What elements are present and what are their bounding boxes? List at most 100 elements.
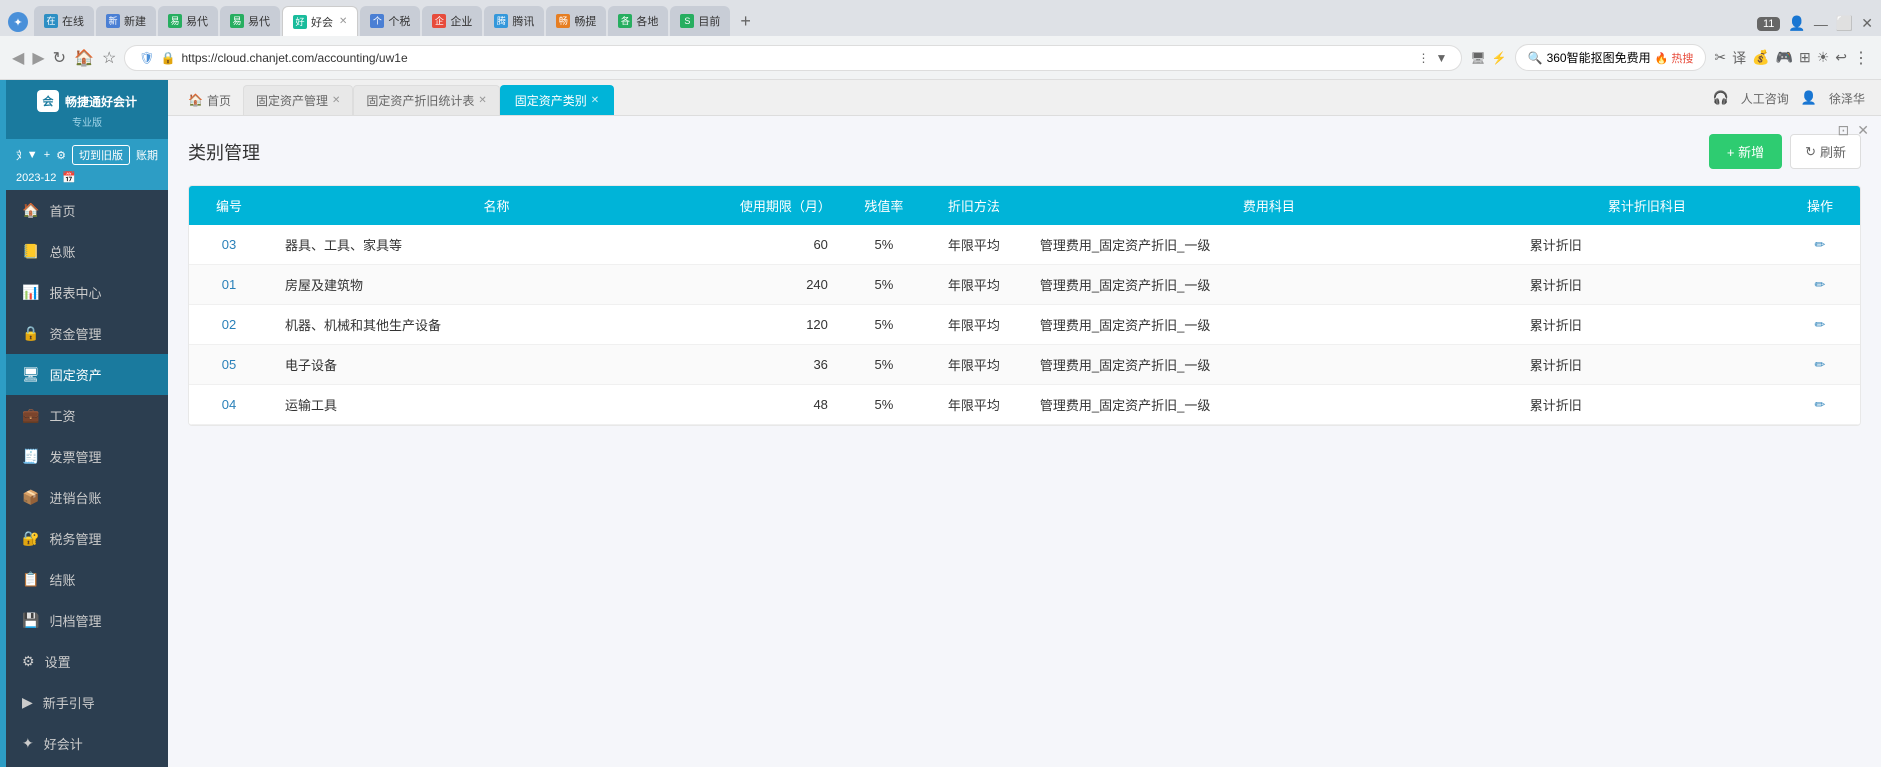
sidebar-label-ledger: 总账: [49, 242, 75, 261]
tab-asset-manage[interactable]: 固定资产管理 ✕: [243, 85, 353, 115]
browser-tab-corp[interactable]: 企 企业: [422, 6, 482, 36]
sidebar-item-checkout[interactable]: 📋 结账: [6, 559, 168, 600]
browser-tab-tax[interactable]: 个 个税: [360, 6, 420, 36]
browser-tab-online[interactable]: 在 在线: [34, 6, 94, 36]
browser-tab-current[interactable]: S 目前: [670, 6, 730, 36]
sidebar-item-report[interactable]: 📊 报表中心: [6, 272, 168, 313]
table-row: 04 运输工具 48 5% 年限平均 管理费用_固定资产折旧_一级 累计折旧 ✏: [189, 385, 1860, 425]
sidebar-item-salary[interactable]: 💼 工资: [6, 395, 168, 436]
col-header-code: 编号: [189, 186, 269, 225]
sidebar-label-asset: 固定资产: [50, 365, 102, 384]
address-text: https://cloud.chanjet.com/accounting/uw1…: [181, 51, 1411, 65]
sidebar-label-archive: 归档管理: [49, 611, 101, 630]
cell-action-4[interactable]: ✏: [1780, 385, 1860, 425]
expand-address-icon[interactable]: ▼: [1436, 51, 1448, 65]
browser-tab-yi1[interactable]: 易 易代: [158, 6, 218, 36]
sidebar-item-ledger[interactable]: 📒 总账: [6, 231, 168, 272]
tab-close-category[interactable]: ✕: [591, 95, 599, 106]
sidebar-item-asset[interactable]: 🖥 固定资产: [6, 354, 168, 395]
tab-depreciation[interactable]: 固定资产折旧统计表 ✕: [353, 85, 499, 115]
sidebar-label-checkout: 结账: [49, 570, 75, 589]
brightness-icon[interactable]: ☀: [1817, 49, 1830, 66]
browser-tab-active[interactable]: 好 好会 ✕: [282, 6, 358, 36]
browser-menu-icon[interactable]: ⋮: [1418, 51, 1430, 65]
col-header-name: 名称: [269, 186, 724, 225]
sidebar-item-stock[interactable]: 📦 进销台账: [6, 477, 168, 518]
cell-code-1: 01: [189, 265, 269, 305]
sidebar-item-archive[interactable]: 💾 归档管理: [6, 600, 168, 641]
col-header-residual: 残值率: [844, 186, 924, 225]
browser-logo-icon: ✦: [8, 12, 28, 32]
cell-residual-4: 5%: [844, 385, 924, 425]
sidebar: 会 畅捷通好会计 专业版 刘小艳演示账套（勿删勿动！）11 ▼ + ⚙ 切到旧版…: [6, 80, 168, 767]
cell-accumulated-4: 累计折旧: [1514, 385, 1780, 425]
reload-button[interactable]: ↻: [53, 48, 66, 68]
home-button[interactable]: 🏠: [74, 48, 94, 68]
cell-action-0[interactable]: ✏: [1780, 225, 1860, 265]
grid-icon[interactable]: ⊞: [1799, 49, 1811, 66]
expand-user-icon[interactable]: ▼: [27, 149, 38, 161]
col-header-expense: 费用科目: [1024, 186, 1514, 225]
back-button[interactable]: ◀: [12, 48, 24, 68]
ledger-icon: 📒: [22, 243, 39, 260]
cell-expense-1: 管理费用_固定资产折旧_一级: [1024, 265, 1514, 305]
undo-icon[interactable]: ↩: [1835, 49, 1847, 66]
address-bar[interactable]: 🛡 🔒 https://cloud.chanjet.com/accounting…: [124, 45, 1462, 71]
sidebar-item-fund[interactable]: 🔒 资金管理: [6, 313, 168, 354]
sidebar-item-settings[interactable]: ⚙ 设置: [6, 641, 168, 682]
window-close-icon[interactable]: ✕: [1857, 122, 1869, 139]
browser-more-icon[interactable]: ⋮: [1853, 48, 1869, 68]
salary-icon: 💼: [22, 407, 39, 424]
cell-residual-2: 5%: [844, 305, 924, 345]
tab-close-active[interactable]: ✕: [339, 16, 347, 27]
sidebar-item-tax[interactable]: 🔐 税务管理: [6, 518, 168, 559]
sidebar-item-guide[interactable]: ▶ 新手引导: [6, 682, 168, 723]
new-tab-button[interactable]: +: [732, 11, 759, 32]
brand-version: 专业版: [72, 114, 102, 129]
user-info-text: 刘小艳演示账套（勿删勿动！）11: [16, 147, 21, 163]
translate-icon[interactable]: 译: [1732, 48, 1746, 68]
wallet-icon[interactable]: 💰: [1752, 49, 1769, 66]
calendar-icon[interactable]: 📅: [62, 171, 76, 184]
tab-close-asset-manage[interactable]: ✕: [332, 95, 340, 106]
tab-asset-category[interactable]: 固定资产类别 ✕: [500, 85, 614, 115]
cell-action-1[interactable]: ✏: [1780, 265, 1860, 305]
tab-label-yi2: 易代: [248, 13, 270, 29]
checkout-icon: 📋: [22, 571, 39, 588]
cell-method-0: 年限平均: [924, 225, 1024, 265]
settings-gear-icon[interactable]: ⚙: [56, 149, 66, 162]
game-icon[interactable]: 🎮: [1776, 49, 1793, 66]
search-box[interactable]: 🔍 360智能抠图免费用 🔥 热搜: [1515, 44, 1707, 71]
browser-tab-places[interactable]: 各 各地: [608, 6, 668, 36]
tab-home[interactable]: 🏠 首页: [176, 85, 243, 115]
page-tab-bar: 🏠 首页 固定资产管理 ✕ 固定资产折旧统计表 ✕ 固定资产类别 ✕: [168, 80, 1881, 116]
browser-tab-new[interactable]: 新 新建: [96, 6, 156, 36]
minimize-icon[interactable]: —: [1814, 16, 1828, 32]
sidebar-item-invoice[interactable]: 🧾 发票管理: [6, 436, 168, 477]
browser-profile-icon[interactable]: 👤: [1788, 15, 1805, 32]
bookmark-button[interactable]: ☆: [102, 48, 116, 68]
add-account-icon[interactable]: +: [44, 149, 50, 161]
add-button[interactable]: + 新增: [1709, 134, 1782, 169]
search-icon: 🔍: [1528, 51, 1543, 65]
tab-close-depreciation[interactable]: ✕: [478, 95, 486, 106]
maximize-icon[interactable]: ⬜: [1836, 15, 1853, 32]
cell-action-3[interactable]: ✏: [1780, 345, 1860, 385]
browser-tab-yi2[interactable]: 易 易代: [220, 6, 280, 36]
window-restore-icon[interactable]: ⊡: [1838, 122, 1850, 139]
cell-months-3: 36: [724, 345, 844, 385]
lock-icon: 🔒: [161, 51, 176, 65]
cell-action-2[interactable]: ✏: [1780, 305, 1860, 345]
cut-icon[interactable]: ✂: [1714, 49, 1726, 66]
service-label[interactable]: 人工咨询: [1741, 90, 1789, 107]
sidebar-item-more[interactable]: ✦ 好会计: [6, 723, 168, 764]
old-version-button[interactable]: 切到旧版: [72, 145, 130, 165]
forward-button[interactable]: ▶: [32, 48, 44, 68]
browser-tab-chang[interactable]: 畅 畅提: [546, 6, 606, 36]
close-browser-icon[interactable]: ✕: [1861, 15, 1873, 32]
home-tab-icon: 🏠: [188, 93, 203, 107]
home-nav-icon: 🏠: [22, 202, 39, 219]
browser-tab-tencent[interactable]: 腾 腾讯: [484, 6, 544, 36]
sidebar-item-home[interactable]: 🏠 首页: [6, 190, 168, 231]
archive-icon: 💾: [22, 612, 39, 629]
